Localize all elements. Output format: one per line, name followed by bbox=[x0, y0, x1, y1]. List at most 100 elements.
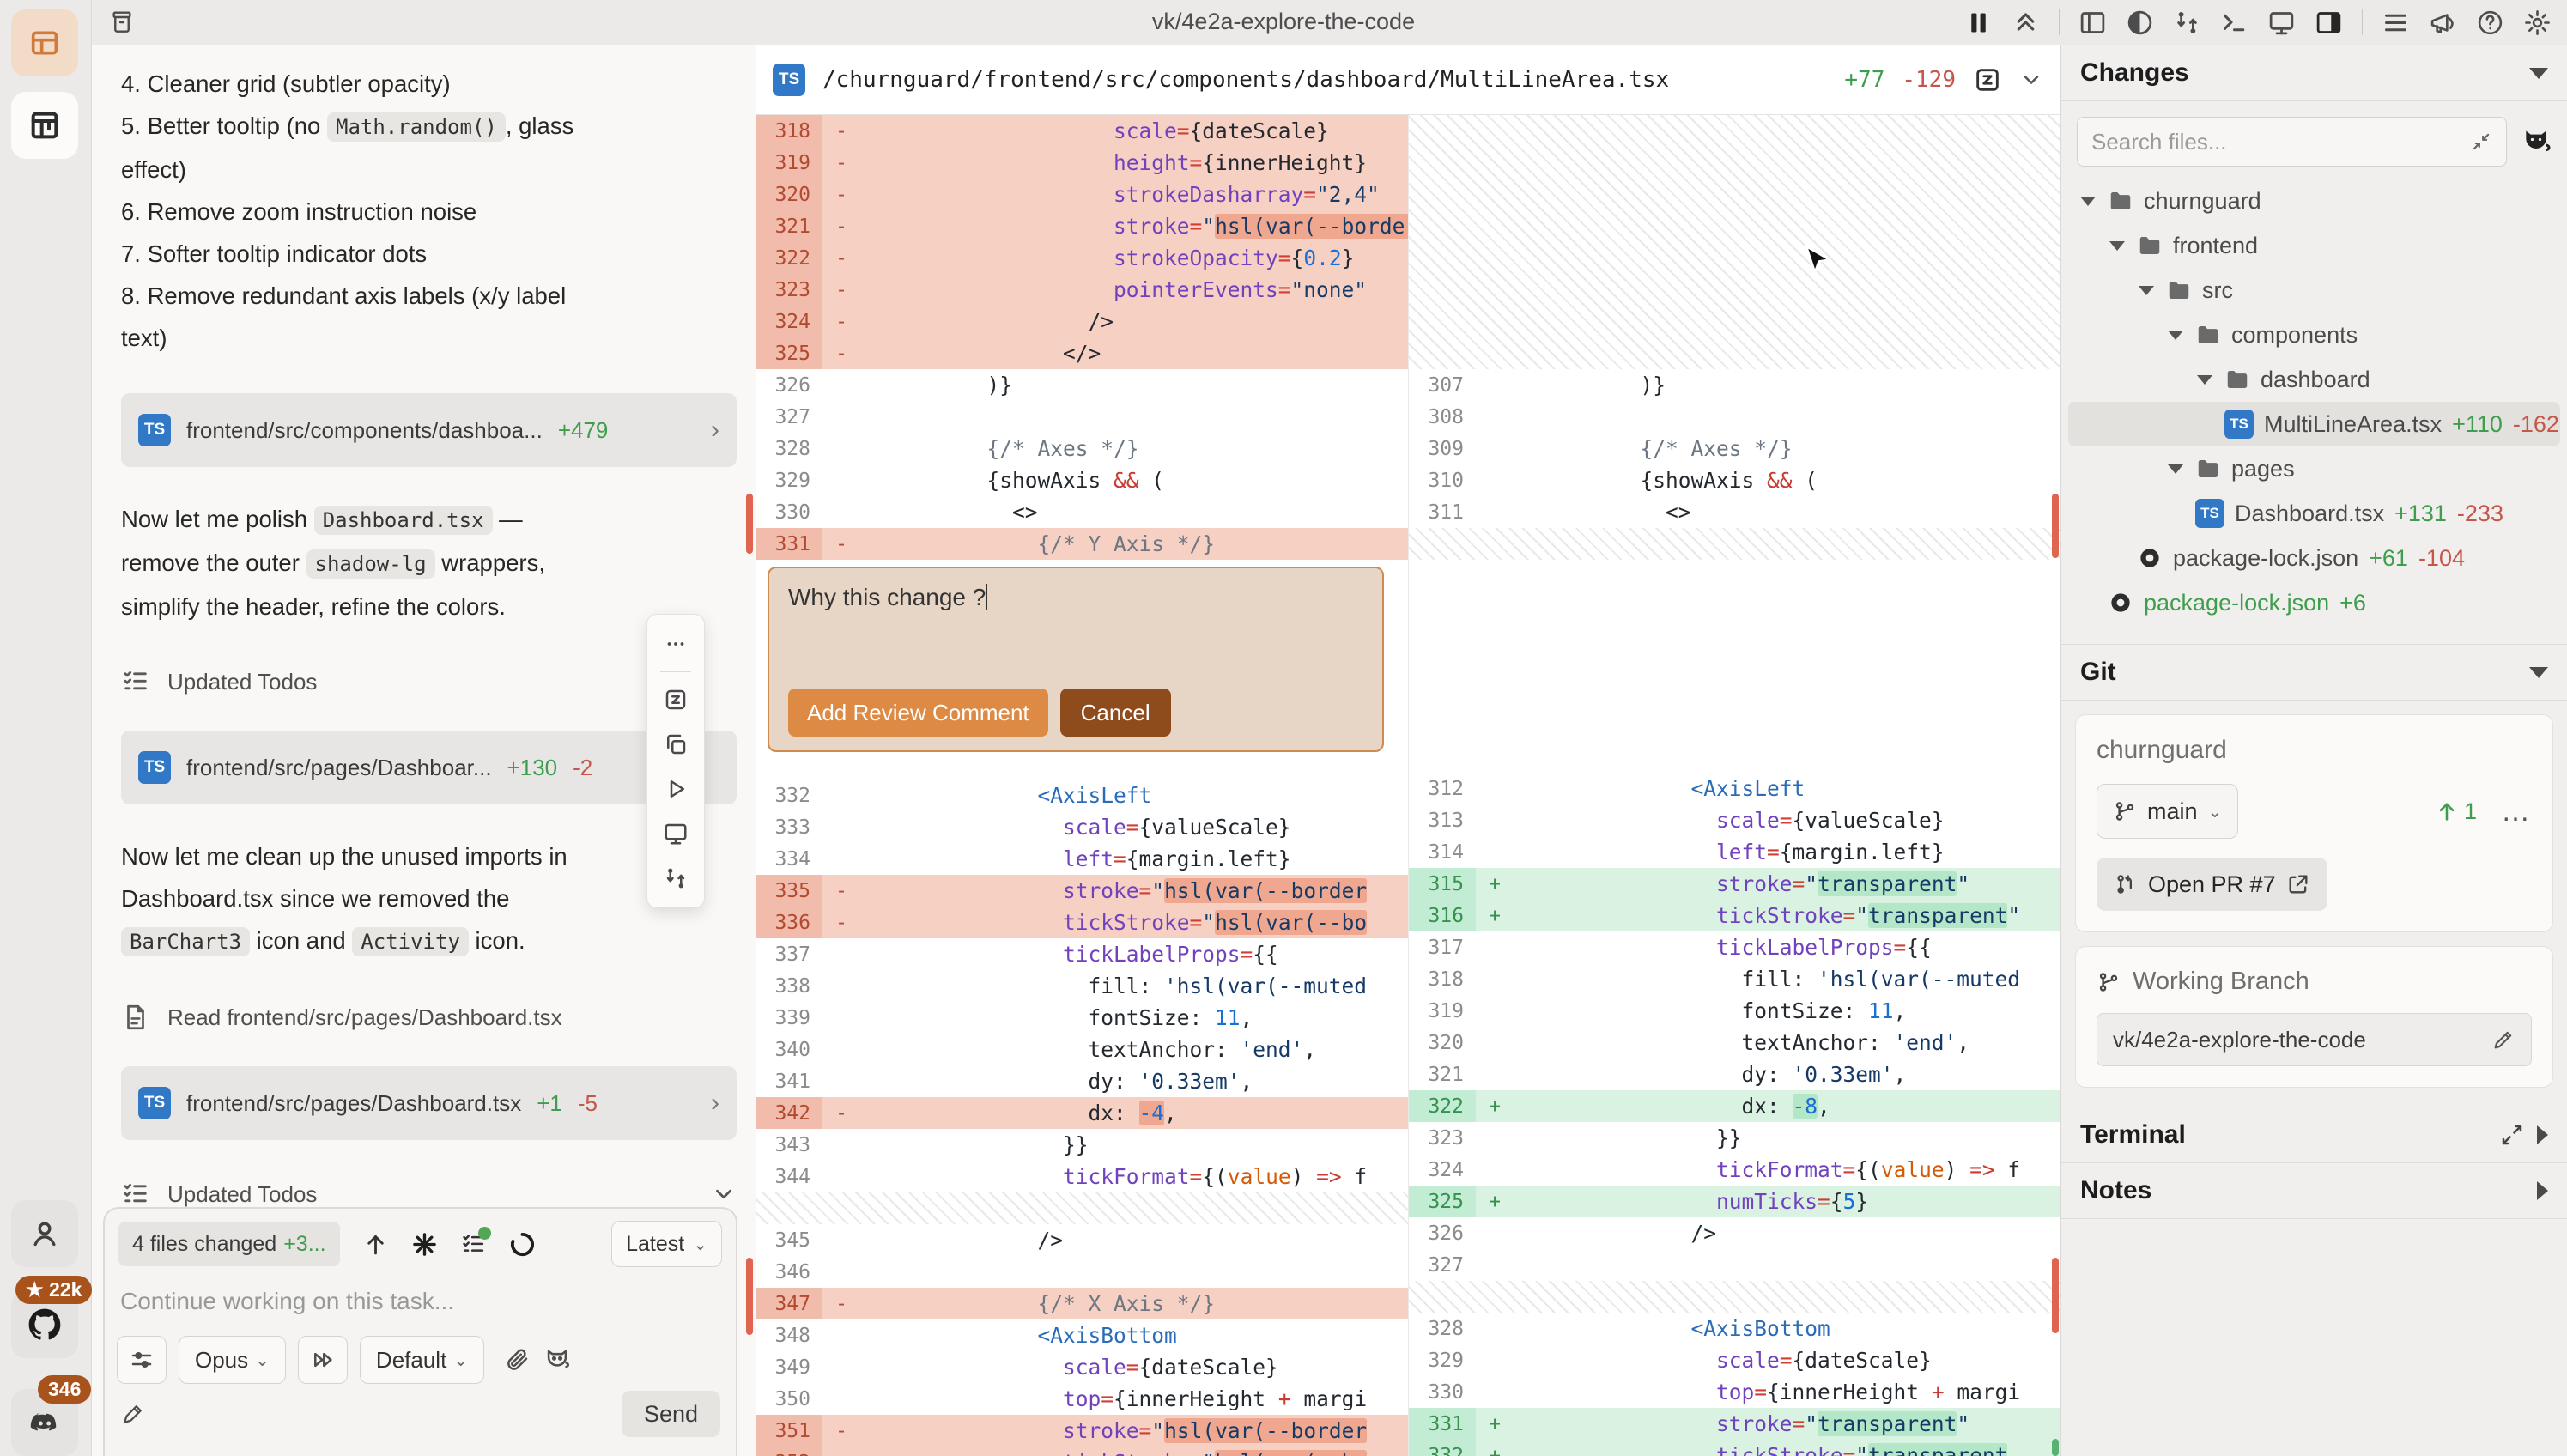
account-button[interactable] bbox=[11, 1200, 78, 1267]
diff-line[interactable]: 330 <> bbox=[756, 496, 1408, 528]
mode-dropdown[interactable]: Default⌄ bbox=[360, 1336, 484, 1384]
diff-line[interactable]: 345 /> bbox=[756, 1224, 1408, 1256]
tree-folder-frontend[interactable]: frontend bbox=[2068, 223, 2560, 268]
panel-left-icon[interactable] bbox=[2078, 9, 2107, 37]
diff-line[interactable]: 323 }} bbox=[1409, 1122, 2060, 1154]
diff-line[interactable]: 318- scale={dateScale} bbox=[756, 115, 1408, 147]
diff-line[interactable]: 332+ tickStroke="transparent bbox=[1409, 1440, 2060, 1456]
diff-line[interactable]: 307 )} bbox=[1409, 369, 2060, 401]
terminal-section-header[interactable]: Terminal bbox=[2061, 1107, 2567, 1163]
layout-view-button[interactable] bbox=[11, 9, 78, 76]
branch-dropdown[interactable]: main ⌄ bbox=[2097, 784, 2238, 839]
tree-folder-churnguard[interactable]: churnguard bbox=[2068, 179, 2560, 223]
diff-line[interactable]: 339 fontSize: 11, bbox=[756, 1002, 1408, 1034]
files-changed-chip[interactable]: 4 files changed +3... bbox=[118, 1222, 340, 1266]
diff-icon[interactable] bbox=[658, 677, 693, 722]
git-compare-icon[interactable] bbox=[2173, 9, 2201, 37]
pencil-icon[interactable] bbox=[2491, 1028, 2515, 1052]
diff-line[interactable]: 332 <AxisLeft bbox=[756, 780, 1408, 811]
diff-line[interactable]: 318 fill: 'hsl(var(--muted bbox=[1409, 963, 2060, 995]
tree-folder-dashboard[interactable]: dashboard bbox=[2068, 357, 2560, 402]
diff-line[interactable]: 328 {/* Axes */} bbox=[756, 433, 1408, 464]
diff-line[interactable]: 316+ tickStroke="transparent" bbox=[1409, 900, 2060, 931]
tree-folder-pages[interactable]: pages bbox=[2068, 446, 2560, 491]
cat-icon[interactable] bbox=[543, 1345, 572, 1374]
diff-line[interactable]: 314 left={margin.left} bbox=[1409, 836, 2060, 868]
monitor-icon[interactable] bbox=[658, 811, 693, 856]
review-comment-text[interactable]: Why this change ? bbox=[788, 584, 1363, 611]
scroll-up-icon[interactable] bbox=[362, 1231, 389, 1258]
review-comment-box[interactable]: Why this change ?Add Review CommentCance… bbox=[768, 567, 1384, 752]
settings-icon[interactable] bbox=[2523, 9, 2552, 37]
file-diff-chip[interactable]: TSfrontend/src/pages/Dashboard.tsx+1-5› bbox=[121, 1066, 737, 1140]
diff-line[interactable]: 327 bbox=[756, 401, 1408, 433]
diff-line[interactable]: 319 fontSize: 11, bbox=[1409, 995, 2060, 1027]
updated-todos-row[interactable]: Updated Todos bbox=[121, 1180, 737, 1209]
monitor-icon[interactable] bbox=[2267, 9, 2296, 37]
diff-line[interactable]: 331+ stroke="transparent" bbox=[1409, 1408, 2060, 1440]
diff-line[interactable]: 341 dy: '0.33em', bbox=[756, 1065, 1408, 1097]
diff-line[interactable]: 344 tickFormat={(value) => f bbox=[756, 1161, 1408, 1192]
diff-line[interactable]: 337 tickLabelProps={{ bbox=[756, 938, 1408, 970]
diff-line[interactable]: 319- height={innerHeight} bbox=[756, 147, 1408, 179]
diff-line[interactable]: 329 {showAxis && ( bbox=[756, 464, 1408, 496]
file-diff-chip[interactable]: TSfrontend/src/components/dashboa...+479… bbox=[121, 393, 737, 467]
settings-sliders-button[interactable] bbox=[117, 1336, 167, 1384]
chevron-down-icon[interactable] bbox=[2019, 68, 2043, 92]
cat-icon[interactable] bbox=[2519, 124, 2553, 159]
diff-line[interactable]: 340 textAnchor: 'end', bbox=[756, 1034, 1408, 1065]
diff-line[interactable]: 322- strokeOpacity={0.2} bbox=[756, 242, 1408, 274]
cancel-button[interactable]: Cancel bbox=[1060, 689, 1171, 737]
diff-line[interactable]: 321 dy: '0.33em', bbox=[1409, 1059, 2060, 1090]
megaphone-icon[interactable] bbox=[2429, 9, 2457, 37]
tree-file-package-lock.json[interactable]: package-lock.json+61-104 bbox=[2068, 536, 2560, 580]
help-icon[interactable] bbox=[2476, 9, 2504, 37]
diff-line[interactable]: 323- pointerEvents="none" bbox=[756, 274, 1408, 306]
diff-line[interactable]: 350 top={innerHeight + margi bbox=[756, 1383, 1408, 1415]
message-input[interactable]: Continue working on this task... bbox=[120, 1288, 720, 1315]
ellipsis-icon[interactable] bbox=[658, 622, 693, 666]
send-button[interactable]: Send bbox=[622, 1391, 720, 1437]
diff-line[interactable]: 315+ stroke="transparent" bbox=[1409, 868, 2060, 900]
collapse-tree-icon[interactable] bbox=[2470, 130, 2492, 153]
diff-line[interactable]: 338 fill: 'hsl(var(--muted bbox=[756, 970, 1408, 1002]
diff-line[interactable]: 329 scale={dateScale} bbox=[1409, 1344, 2060, 1376]
read-file-row[interactable]: Read frontend/src/pages/Dashboard.tsx bbox=[121, 1003, 737, 1032]
tree-file-package-lock.json[interactable]: package-lock.json+6 bbox=[2068, 580, 2560, 625]
tree-folder-src[interactable]: src bbox=[2068, 268, 2560, 312]
diff-line[interactable]: 335- stroke="hsl(var(--border bbox=[756, 875, 1408, 907]
tree-folder-components[interactable]: components bbox=[2068, 312, 2560, 357]
tree-file-Dashboard.tsx[interactable]: TSDashboard.tsx+131-233 bbox=[2068, 491, 2560, 536]
diff-line[interactable]: 342- dx: -4, bbox=[756, 1097, 1408, 1129]
diff-line[interactable]: 333 scale={valueScale} bbox=[756, 811, 1408, 843]
diff-line[interactable]: 346 bbox=[756, 1256, 1408, 1288]
menu-icon[interactable] bbox=[2382, 9, 2410, 37]
diff-line[interactable]: 325- </> bbox=[756, 337, 1408, 369]
diff-line[interactable]: 336- tickStroke="hsl(var(--bo bbox=[756, 907, 1408, 938]
diff-line[interactable]: 324- /> bbox=[756, 306, 1408, 337]
highlighter-icon[interactable] bbox=[120, 1401, 146, 1427]
diff-line[interactable]: 310 {showAxis && ( bbox=[1409, 464, 2060, 496]
git-section-header[interactable]: Git bbox=[2061, 645, 2567, 701]
diff-line[interactable]: 312 <AxisLeft bbox=[1409, 773, 2060, 804]
diff-line[interactable]: 324 tickFormat={(value) => f bbox=[1409, 1154, 2060, 1186]
diff-line[interactable]: 321- stroke="hsl(var(--border bbox=[756, 210, 1408, 242]
notes-section-header[interactable]: Notes bbox=[2061, 1163, 2567, 1219]
more-actions-button[interactable]: … bbox=[2501, 795, 2532, 828]
diff-mode-icon[interactable] bbox=[1973, 65, 2002, 94]
diff-line[interactable]: 326 )} bbox=[756, 369, 1408, 401]
diff-line[interactable]: 322+ dx: -8, bbox=[1409, 1090, 2060, 1122]
search-files-input[interactable]: Search files... bbox=[2077, 117, 2507, 167]
diff-line[interactable]: 326 /> bbox=[1409, 1217, 2060, 1249]
attach-icon[interactable] bbox=[505, 1347, 531, 1373]
changes-section-header[interactable]: Changes bbox=[2061, 46, 2567, 101]
expand-icon[interactable] bbox=[2499, 1122, 2525, 1148]
diff-line[interactable]: 343 }} bbox=[756, 1129, 1408, 1161]
diff-line[interactable]: 320- strokeDasharray="2,4" bbox=[756, 179, 1408, 210]
model-dropdown[interactable]: Opus⌄ bbox=[179, 1336, 286, 1384]
diff-line[interactable]: 352- tickStroke="hsl(var(--bo bbox=[756, 1447, 1408, 1456]
updated-todos-row[interactable]: Updated Todos bbox=[121, 667, 737, 696]
diff-line[interactable]: 325+ numTicks={5} bbox=[1409, 1186, 2060, 1217]
diff-line[interactable]: 331- {/* Y Axis */} bbox=[756, 528, 1408, 560]
kanban-view-button[interactable] bbox=[11, 92, 78, 159]
